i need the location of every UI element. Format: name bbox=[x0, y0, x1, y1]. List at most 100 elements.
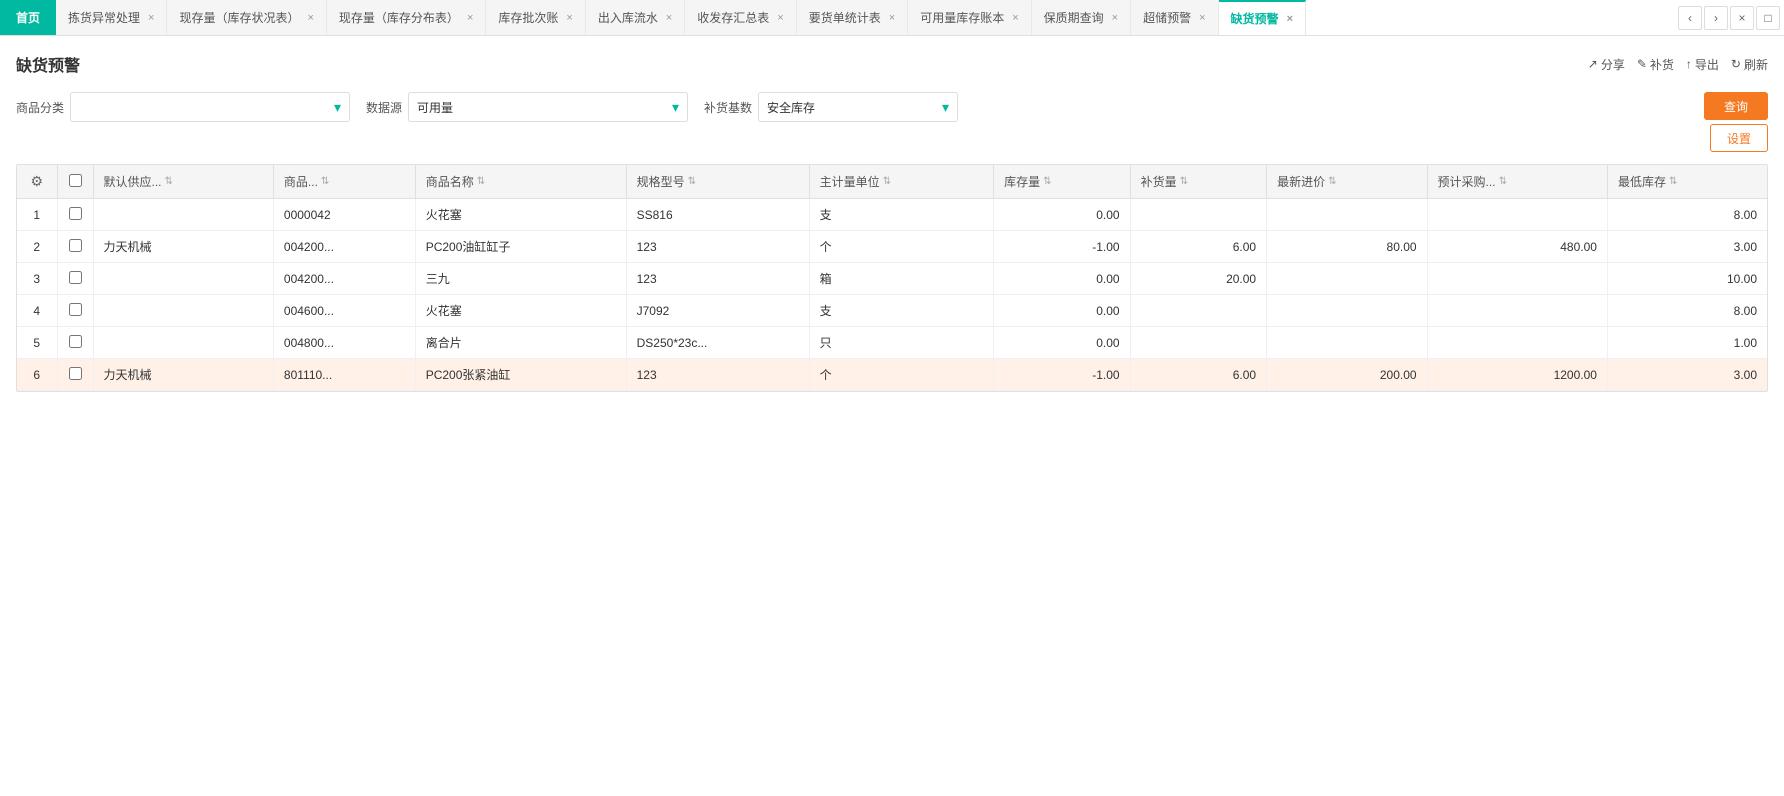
tab-receive-summary-close[interactable]: × bbox=[777, 12, 783, 24]
table-row[interactable]: 1 0000042 火花塞 SS816 支 0.00 8.00 bbox=[17, 199, 1767, 231]
col-unit[interactable]: 主计量单位 ⇅ bbox=[809, 165, 993, 199]
row-checkbox-cell[interactable] bbox=[57, 295, 93, 327]
table-row[interactable]: 5 004800... 离合片 DS250*23c... 只 0.00 1.00 bbox=[17, 327, 1767, 359]
row-product-code: 004800... bbox=[273, 327, 415, 359]
tab-expiry-query-close[interactable]: × bbox=[1112, 12, 1118, 24]
min-stock-sort-icon: ⇅ bbox=[1669, 176, 1677, 187]
col-spec[interactable]: 规格型号 ⇅ bbox=[626, 165, 809, 199]
tab-expiry-query[interactable]: 保质期查询 × bbox=[1032, 0, 1131, 35]
col-estimated-purchase[interactable]: 预计采购... ⇅ bbox=[1427, 165, 1607, 199]
col-replenish[interactable]: 补货量 ⇅ bbox=[1130, 165, 1267, 199]
replenish-base-value: 安全库存 bbox=[767, 99, 815, 116]
row-checkbox[interactable] bbox=[69, 239, 82, 252]
tab-order-stats-close[interactable]: × bbox=[889, 12, 895, 24]
tab-batch-account-close[interactable]: × bbox=[566, 12, 572, 24]
row-checkbox[interactable] bbox=[69, 207, 82, 220]
export-button[interactable]: ↑ 导出 bbox=[1686, 56, 1719, 73]
category-filter-group: 商品分类 ▾ bbox=[16, 92, 350, 122]
datasource-select[interactable]: 可用量 ▾ bbox=[408, 92, 688, 122]
header-actions: ↗ 分享 ✎ 补货 ↑ 导出 ↻ 刷新 bbox=[1588, 56, 1768, 73]
row-checkbox[interactable] bbox=[69, 303, 82, 316]
tab-overstock-close[interactable]: × bbox=[1199, 12, 1205, 24]
table-row[interactable]: 4 004600... 火花塞 J7092 支 0.00 8.00 bbox=[17, 295, 1767, 327]
row-checkbox[interactable] bbox=[69, 367, 82, 380]
row-num: 5 bbox=[17, 327, 57, 359]
table-row[interactable]: 3 004200... 三九 123 箱 0.00 20.00 10.00 bbox=[17, 263, 1767, 295]
category-filter-label: 商品分类 bbox=[16, 99, 64, 116]
setting-button[interactable]: 设置 bbox=[1710, 124, 1768, 152]
tab-shortage-label: 缺货预警 bbox=[1231, 10, 1279, 27]
tab-inout-flow[interactable]: 出入库流水 × bbox=[586, 0, 685, 35]
refresh-button[interactable]: ↻ 刷新 bbox=[1731, 56, 1768, 73]
col-product-code[interactable]: 商品... ⇅ bbox=[273, 165, 415, 199]
gear-settings-icon[interactable]: ⚙ bbox=[30, 173, 43, 190]
query-button[interactable]: 查询 bbox=[1704, 92, 1768, 120]
col-product-name[interactable]: 商品名称 ⇅ bbox=[415, 165, 626, 199]
unit-sort-icon: ⇅ bbox=[883, 176, 891, 187]
row-product-code: 0000042 bbox=[273, 199, 415, 231]
col-stock-label: 库存量 bbox=[1004, 173, 1040, 190]
tab-inventory-status[interactable]: 现存量（库存状况表） × bbox=[167, 0, 326, 35]
row-min-stock: 8.00 bbox=[1607, 199, 1767, 231]
row-checkbox-cell[interactable] bbox=[57, 359, 93, 391]
col-gear[interactable]: ⚙ bbox=[17, 165, 57, 199]
col-check[interactable] bbox=[57, 165, 93, 199]
tab-order-stats[interactable]: 要货单统计表 × bbox=[797, 0, 908, 35]
tab-expand-button[interactable]: □ bbox=[1756, 6, 1780, 30]
col-spec-label: 规格型号 bbox=[637, 173, 685, 190]
category-select[interactable]: ▾ bbox=[70, 92, 350, 122]
col-supplier[interactable]: 默认供应... ⇅ bbox=[93, 165, 273, 199]
tab-available-ledger-close[interactable]: × bbox=[1012, 12, 1018, 24]
row-checkbox[interactable] bbox=[69, 271, 82, 284]
tab-order-stats-label: 要货单统计表 bbox=[809, 9, 881, 26]
row-checkbox[interactable] bbox=[69, 335, 82, 348]
tab-shortage[interactable]: 缺货预警 × bbox=[1219, 0, 1306, 35]
tab-prev-button[interactable]: ‹ bbox=[1678, 6, 1702, 30]
col-min-stock[interactable]: 最低库存 ⇅ bbox=[1607, 165, 1767, 199]
tab-home-label: 首页 bbox=[16, 9, 40, 26]
select-all-checkbox[interactable] bbox=[69, 174, 82, 187]
row-checkbox-cell[interactable] bbox=[57, 199, 93, 231]
tab-shortage-close[interactable]: × bbox=[1287, 13, 1293, 25]
tab-available-ledger[interactable]: 可用量库存账本 × bbox=[908, 0, 1031, 35]
row-estimated-purchase: 480.00 bbox=[1427, 231, 1607, 263]
tab-close-all-button[interactable]: × bbox=[1730, 6, 1754, 30]
tab-inventory-status-close[interactable]: × bbox=[307, 12, 313, 24]
col-stock[interactable]: 库存量 ⇅ bbox=[994, 165, 1131, 199]
row-latest-price bbox=[1267, 263, 1427, 295]
row-latest-price bbox=[1267, 199, 1427, 231]
tab-defect-handling-close[interactable]: × bbox=[148, 12, 154, 24]
tab-next-button[interactable]: › bbox=[1704, 6, 1728, 30]
replenish-base-select[interactable]: 安全库存 ▾ bbox=[758, 92, 958, 122]
tab-inout-flow-close[interactable]: × bbox=[666, 12, 672, 24]
tab-overstock[interactable]: 超储预警 × bbox=[1131, 0, 1218, 35]
filter-row: 商品分类 ▾ 数据源 可用量 ▾ 补货基数 安全库存 ▾ bbox=[16, 92, 1768, 152]
tab-batch-account[interactable]: 库存批次账 × bbox=[486, 0, 585, 35]
tab-bar: 首页 拣货异常处理 × 现存量（库存状况表） × 现存量（库存分布表） × 库存… bbox=[0, 0, 1784, 36]
table-row[interactable]: 2 力天机械 004200... PC200油缸缸子 123 个 -1.00 6… bbox=[17, 231, 1767, 263]
row-product-code: 801110... bbox=[273, 359, 415, 391]
tab-home[interactable]: 首页 bbox=[0, 0, 56, 35]
tab-inventory-dist-close[interactable]: × bbox=[467, 12, 473, 24]
export-icon: ↑ bbox=[1686, 57, 1692, 71]
tab-nav-buttons: ‹ › × □ bbox=[1678, 6, 1784, 30]
row-num: 3 bbox=[17, 263, 57, 295]
stock-sort-icon: ⇅ bbox=[1043, 176, 1051, 187]
replenish-button[interactable]: ✎ 补货 bbox=[1637, 56, 1674, 73]
row-num: 2 bbox=[17, 231, 57, 263]
tab-inventory-dist[interactable]: 现存量（库存分布表） × bbox=[327, 0, 486, 35]
tab-expiry-query-label: 保质期查询 bbox=[1044, 9, 1104, 26]
tab-receive-summary[interactable]: 收发存汇总表 × bbox=[685, 0, 796, 35]
row-checkbox-cell[interactable] bbox=[57, 263, 93, 295]
row-checkbox-cell[interactable] bbox=[57, 327, 93, 359]
col-latest-price[interactable]: 最新进价 ⇅ bbox=[1267, 165, 1427, 199]
row-estimated-purchase bbox=[1427, 263, 1607, 295]
share-button[interactable]: ↗ 分享 bbox=[1588, 56, 1625, 73]
col-estimated-purchase-label: 预计采购... bbox=[1438, 173, 1496, 190]
row-checkbox-cell[interactable] bbox=[57, 231, 93, 263]
product-name-sort-icon: ⇅ bbox=[477, 176, 485, 187]
tab-defect-handling[interactable]: 拣货异常处理 × bbox=[56, 0, 167, 35]
tab-available-ledger-label: 可用量库存账本 bbox=[920, 9, 1004, 26]
table-row[interactable]: 6 力天机械 801110... PC200张紧油缸 123 个 -1.00 6… bbox=[17, 359, 1767, 391]
export-label: 导出 bbox=[1695, 56, 1719, 73]
